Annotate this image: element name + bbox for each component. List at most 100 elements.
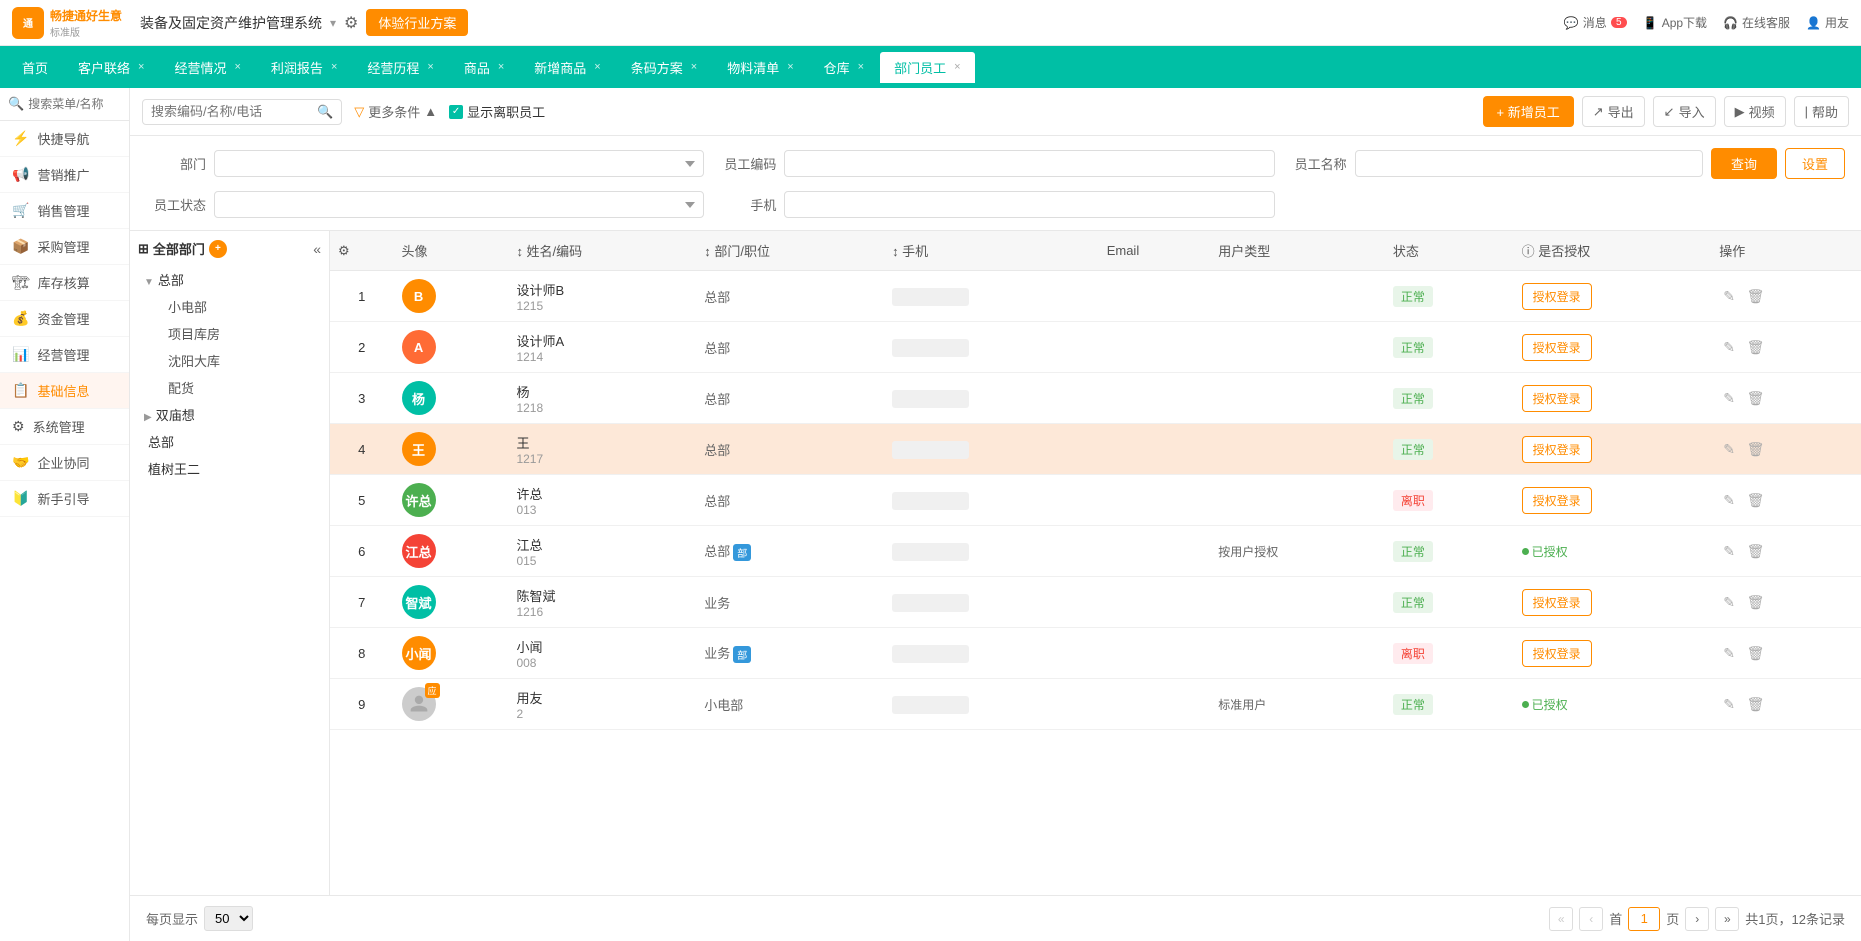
filter-settings-btn[interactable]: 设置 <box>1785 148 1845 179</box>
add-employee-btn[interactable]: + 新增员工 <box>1483 96 1574 127</box>
dept-node-zongbu2[interactable]: 总部 <box>138 428 321 455</box>
dept-leaf-shenyangdaku[interactable]: 沈阳大库 <box>152 347 321 374</box>
auth-button[interactable]: 授权登录 <box>1522 436 1592 463</box>
close-tab-icon[interactable]: × <box>954 61 960 73</box>
auth-button[interactable]: 授权登录 <box>1522 334 1592 361</box>
sidebar-item-inventory[interactable]: 🏗库存核算 <box>0 265 129 301</box>
phone-input[interactable] <box>784 191 1274 218</box>
sidebar-search[interactable]: 🔍 <box>0 88 129 121</box>
nav-tab-物料清单[interactable]: 物料清单× <box>713 52 807 83</box>
dept-node-zhishu[interactable]: 植树王二 <box>138 455 321 482</box>
close-tab-icon[interactable]: × <box>691 61 697 73</box>
delete-btn[interactable]: 🗑 <box>1743 490 1769 511</box>
search-input[interactable] <box>28 97 121 111</box>
status-select[interactable] <box>214 191 704 218</box>
nav-tab-仓库[interactable]: 仓库× <box>810 52 878 83</box>
search-icon-btn[interactable]: 🔍 <box>317 104 333 120</box>
dept-node-shuangmiao[interactable]: ▶双庙想 <box>138 401 321 428</box>
edit-btn[interactable]: ✎ <box>1719 643 1739 664</box>
next-page-btn[interactable]: › <box>1685 907 1709 931</box>
delete-btn[interactable]: 🗑 <box>1743 286 1769 307</box>
sidebar-item-guide[interactable]: 🔰新手引导 <box>0 481 129 517</box>
nav-tab-经营历程[interactable]: 经营历程× <box>353 52 447 83</box>
sidebar-item-operations[interactable]: 📊经营管理 <box>0 337 129 373</box>
delete-btn[interactable]: 🗑 <box>1743 439 1769 460</box>
name-filter-label: 员工名称 <box>1287 154 1347 173</box>
nav-tab-新增商品[interactable]: 新增商品× <box>520 52 614 83</box>
edit-btn[interactable]: ✎ <box>1719 490 1739 511</box>
employee-search-input[interactable] <box>151 104 311 119</box>
delete-btn[interactable]: 🗑 <box>1743 694 1769 715</box>
nav-tab-部门员工[interactable]: 部门员工× <box>880 52 974 83</box>
export-btn[interactable]: ↗ 导出 <box>1582 96 1645 127</box>
search-box[interactable]: 🔍 <box>142 99 342 125</box>
close-tab-icon[interactable]: × <box>498 61 504 73</box>
nav-tab-条码方案[interactable]: 条码方案× <box>617 52 711 83</box>
dept-select[interactable] <box>214 150 704 177</box>
settings-icon[interactable]: ⚙ <box>344 13 358 33</box>
delete-btn[interactable]: 🗑 <box>1743 388 1769 409</box>
sidebar-item-marketing[interactable]: 📢营销推广 <box>0 157 129 193</box>
page-current-input[interactable] <box>1628 907 1660 931</box>
delete-btn[interactable]: 🗑 <box>1743 541 1769 562</box>
close-tab-icon[interactable]: × <box>331 61 337 73</box>
dept-leaf-xiangmukufang[interactable]: 项目库房 <box>152 320 321 347</box>
dept-leaf-peihuo[interactable]: 配货 <box>152 374 321 401</box>
auth-button[interactable]: 授权登录 <box>1522 385 1592 412</box>
show-left-employee-toggle[interactable]: ✓ 显示离职员工 <box>449 102 545 121</box>
first-page-btn[interactable]: « <box>1549 907 1573 931</box>
delete-btn[interactable]: 🗑 <box>1743 592 1769 613</box>
close-tab-icon[interactable]: × <box>787 61 793 73</box>
avatar: B <box>402 279 436 313</box>
close-tab-icon[interactable]: × <box>427 61 433 73</box>
close-tab-icon[interactable]: × <box>594 61 600 73</box>
sidebar-item-basic[interactable]: 📋基础信息 <box>0 373 129 409</box>
edit-btn[interactable]: ✎ <box>1719 337 1739 358</box>
edit-btn[interactable]: ✎ <box>1719 286 1739 307</box>
nav-tab-首页[interactable]: 首页 <box>8 52 62 83</box>
sidebar-item-cooperation[interactable]: 🤝企业协同 <box>0 445 129 481</box>
edit-btn[interactable]: ✎ <box>1719 592 1739 613</box>
dept-collapse-btn[interactable]: « <box>313 241 321 257</box>
nav-tab-经营情况[interactable]: 经营情况× <box>160 52 254 83</box>
auth-button[interactable]: 授权登录 <box>1522 487 1592 514</box>
close-tab-icon[interactable]: × <box>234 61 240 73</box>
help-btn[interactable]: | 帮助 <box>1794 96 1849 127</box>
nav-tab-利润报告[interactable]: 利润报告× <box>257 52 351 83</box>
system-title-arrow[interactable]: ▾ <box>330 16 336 30</box>
dept-node-zongbu[interactable]: ▼总部 <box>138 266 321 293</box>
app-download-btn[interactable]: 📱 App下载 <box>1643 14 1707 31</box>
dept-leaf-xiaodianbu[interactable]: 小电部 <box>152 293 321 320</box>
auth-button[interactable]: 授权登录 <box>1522 589 1592 616</box>
delete-btn[interactable]: 🗑 <box>1743 643 1769 664</box>
sidebar-item-sales[interactable]: 🛒销售管理 <box>0 193 129 229</box>
online-service-btn[interactable]: 🎧 在线客服 <box>1723 14 1790 31</box>
sidebar-item-system[interactable]: ⚙系统管理 <box>0 409 129 445</box>
close-tab-icon[interactable]: × <box>858 61 864 73</box>
import-btn[interactable]: ↙ 导入 <box>1653 96 1716 127</box>
edit-btn[interactable]: ✎ <box>1719 541 1739 562</box>
employee-code-input[interactable] <box>784 150 1274 177</box>
experience-btn[interactable]: 体验行业方案 <box>366 9 468 36</box>
prev-page-btn[interactable]: ‹ <box>1579 907 1603 931</box>
edit-btn[interactable]: ✎ <box>1719 439 1739 460</box>
view-btn[interactable]: ▶ 视频 <box>1724 96 1786 127</box>
user-btn[interactable]: 👤 用友 <box>1806 14 1849 31</box>
sidebar-item-purchase[interactable]: 📦采购管理 <box>0 229 129 265</box>
edit-btn[interactable]: ✎ <box>1719 388 1739 409</box>
nav-tab-商品[interactable]: 商品× <box>450 52 518 83</box>
edit-btn[interactable]: ✎ <box>1719 694 1739 715</box>
more-conditions-btn[interactable]: ▽ 更多条件 ▲ <box>354 102 437 121</box>
sidebar-item-quick-nav[interactable]: ⚡快捷导航 <box>0 121 129 157</box>
auth-button[interactable]: 授权登录 <box>1522 283 1592 310</box>
last-page-btn[interactable]: » <box>1715 907 1739 931</box>
message-btn[interactable]: 💬 消息 5 <box>1564 14 1627 31</box>
close-tab-icon[interactable]: × <box>138 61 144 73</box>
sidebar-item-finance[interactable]: 💰资金管理 <box>0 301 129 337</box>
auth-button[interactable]: 授权登录 <box>1522 640 1592 667</box>
page-size-select[interactable]: 50 <box>204 906 253 931</box>
employee-name-input[interactable] <box>1355 150 1703 177</box>
delete-btn[interactable]: 🗑 <box>1743 337 1769 358</box>
nav-tab-客户联络[interactable]: 客户联络× <box>64 52 158 83</box>
query-btn[interactable]: 查询 <box>1711 148 1777 179</box>
